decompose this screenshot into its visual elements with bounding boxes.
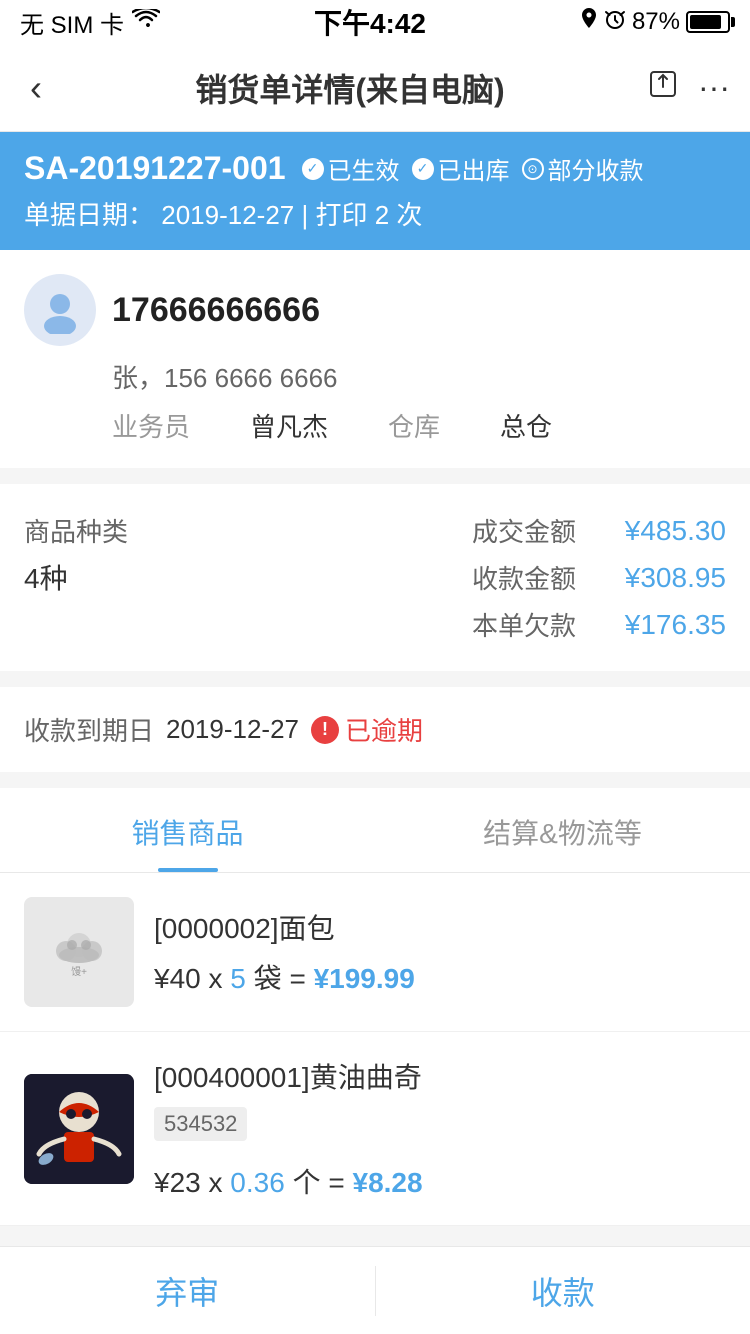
tab-settlement-logistics[interactable]: 结算&物流等 [375,788,750,872]
product-item: [000400001]黄油曲奇 534532 ¥23 x 0.36 个 = ¥8… [0,1032,750,1226]
customer-avatar [24,274,96,346]
status-effective: ✓ 已生效 [302,151,400,186]
back-button[interactable]: ‹ [20,57,52,119]
status-left: 无 SIM 卡 [20,5,160,40]
received-amount-row: 收款金额 ¥308.95 [472,559,726,596]
received-value: ¥308.95 [596,562,726,594]
deal-amount-label: 成交金额 [472,512,576,549]
location-icon [580,8,598,37]
stats-amounts: 成交金额 ¥485.30 收款金额 ¥308.95 本单欠款 ¥176.35 [472,512,726,643]
salesman-label: 业务员 [112,407,190,444]
warehouse-label: 仓库 [388,407,440,444]
debt-label: 本单欠款 [472,606,576,643]
wifi-icon [132,8,160,36]
cancel-audit-button[interactable]: 弃审 [0,1247,375,1334]
product-image-bread: 馒+ [24,897,134,1007]
alarm-icon [604,8,626,37]
tabs-section: 销售商品 结算&物流等 [0,788,750,873]
product-name-cookies: [000400001]黄油曲奇 [154,1056,726,1096]
stats-category: 商品种类 4种 [24,512,128,597]
customer-main-row: 17666666666 [24,274,726,346]
salesman-value: 曾凡杰 [250,407,328,444]
battery-icon [686,11,730,33]
overdue-icon: ! [311,716,339,744]
order-date-row: 单据日期： 2019-12-27 | 打印 2 次 [24,195,726,232]
collect-payment-button[interactable]: 收款 [376,1247,750,1334]
overdue-tag: ! 已逾期 [311,711,423,748]
check-shipped-icon: ✓ [412,158,434,180]
customer-section: 17666666666 张，156 6666 6666 业务员 曾凡杰 仓库 总… [0,250,750,468]
customer-name-phone: 张，156 6666 6666 [112,358,726,395]
status-tags: ✓ 已生效 ✓ 已出库 ⊙ 部分收款 [302,151,644,186]
status-partial: ⊙ 部分收款 [522,151,644,186]
category-label: 商品种类 [24,512,128,549]
product-sku-cookies: 534532 [154,1107,247,1141]
deal-amount-row: 成交金额 ¥485.30 [472,512,726,549]
product-price-cookies: ¥23 x 0.36 个 = ¥8.28 [154,1161,726,1201]
bottom-bar: 弃审 收款 [0,1246,750,1334]
deal-amount-value: ¥485.30 [596,515,726,547]
category-count: 4种 [24,557,128,597]
svg-text:馒+: 馒+ [71,966,87,978]
tab-sales-goods[interactable]: 销售商品 [0,788,375,872]
product-info-cookies: [000400001]黄油曲奇 534532 ¥23 x 0.36 个 = ¥8… [154,1056,726,1201]
clock-partial-icon: ⊙ [522,158,544,180]
status-time: 下午4:42 [314,2,426,42]
nav-bar: ‹ 销货单详情(来自电脑) ··· [0,44,750,132]
page-title: 销货单详情(来自电脑) [195,65,504,111]
status-shipped: ✓ 已出库 [412,151,510,186]
check-effective-icon: ✓ [302,158,324,180]
due-date-value: 2019-12-27 [166,714,299,745]
received-label: 收款金额 [472,559,576,596]
due-date-section: 收款到期日 2019-12-27 ! 已逾期 [0,687,750,772]
customer-meta-row: 业务员 曾凡杰 仓库 总仓 [112,407,726,444]
battery-label: 87% [632,8,680,36]
carrier-label: 无 SIM 卡 [20,5,124,40]
order-header-banner: SA-20191227-001 ✓ 已生效 ✓ 已出库 ⊙ 部分收款 单据日期：… [0,132,750,250]
stats-section: 商品种类 4种 成交金额 ¥485.30 收款金额 ¥308.95 本单欠款 ¥… [0,484,750,671]
share-icon[interactable] [648,69,678,107]
debt-value: ¥176.35 [596,609,726,641]
due-date-label: 收款到期日 [24,711,154,748]
overdue-label: 已逾期 [345,711,423,748]
product-info-bread: [0000002]面包 ¥40 x 5 袋 = ¥199.99 [154,907,726,997]
products-section: 馒+ [0000002]面包 ¥40 x 5 袋 = ¥199.99 [0,873,750,1226]
warehouse-value: 总仓 [500,407,552,444]
status-bar: 无 SIM 卡 下午4:42 87% [0,0,750,44]
customer-phone-display: 17666666666 [112,291,320,330]
product-name-bread: [0000002]面包 [154,907,726,947]
product-price-bread: ¥40 x 5 袋 = ¥199.99 [154,957,726,997]
order-number: SA-20191227-001 [24,150,286,187]
nav-actions: ··· [648,69,730,107]
debt-amount-row: 本单欠款 ¥176.35 [472,606,726,643]
product-image-cookies [24,1074,134,1184]
more-icon[interactable]: ··· [698,69,730,106]
product-item: 馒+ [0000002]面包 ¥40 x 5 袋 = ¥199.99 [0,873,750,1032]
tabs-row: 销售商品 结算&物流等 [0,788,750,873]
status-right: 87% [580,8,730,37]
